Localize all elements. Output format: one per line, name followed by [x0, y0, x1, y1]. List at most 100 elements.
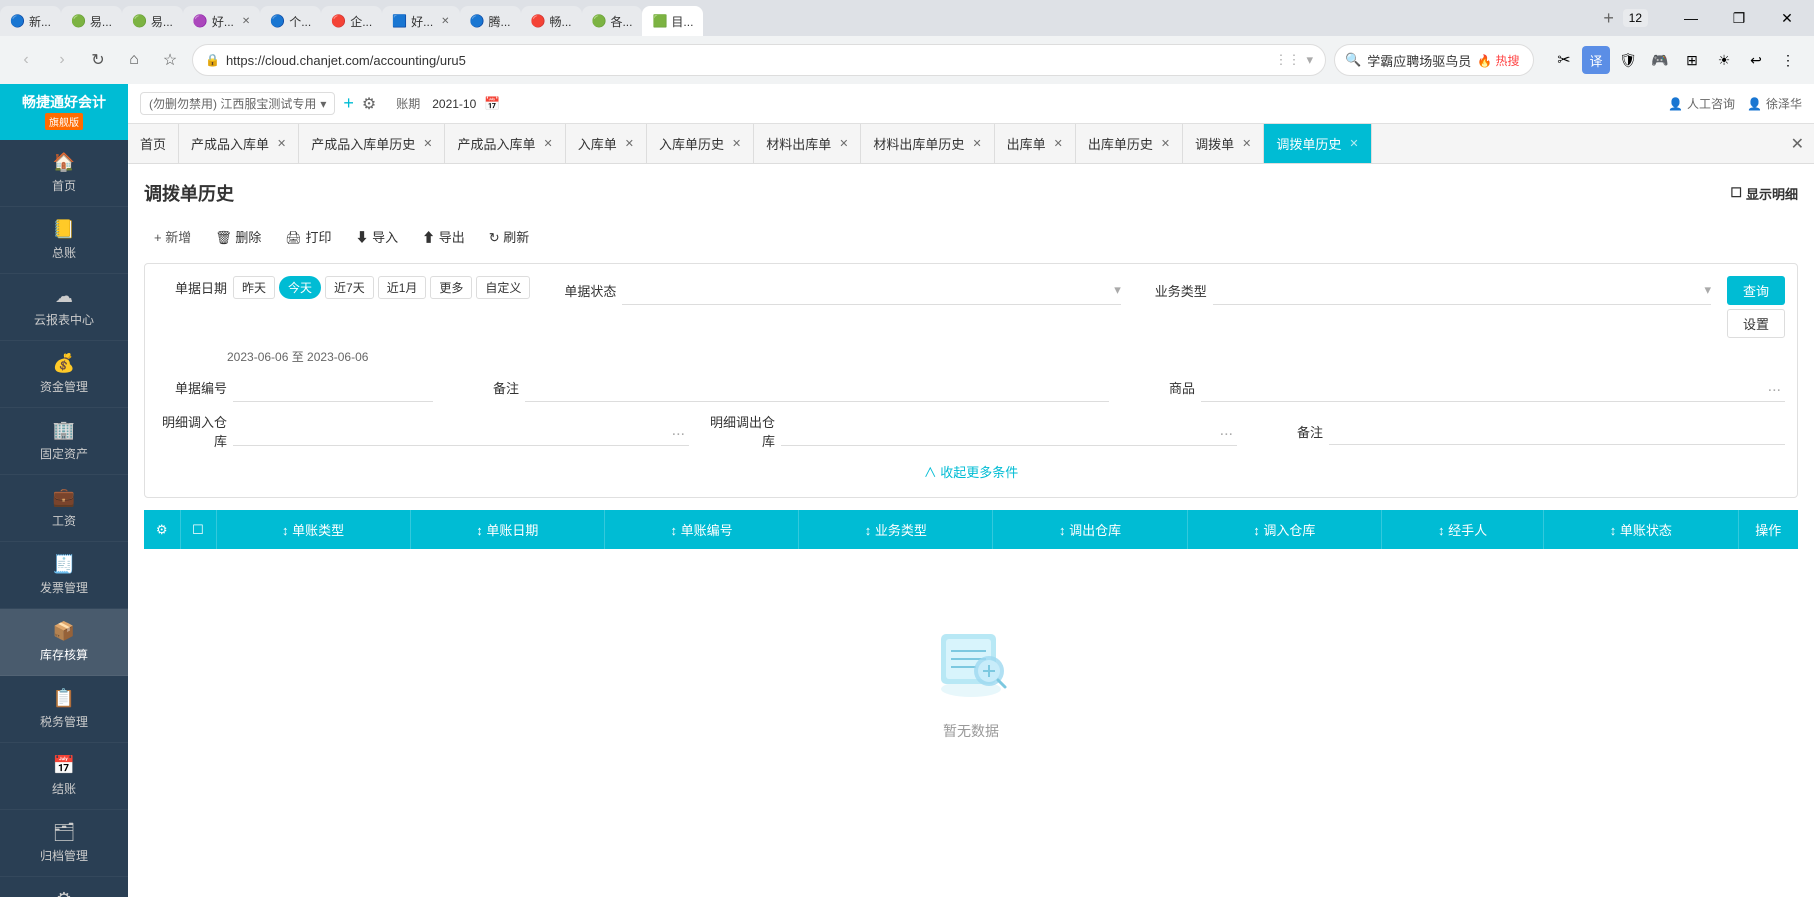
bookmark-button[interactable]: ☆	[156, 46, 184, 74]
browser-tab-10[interactable]: 🟢 各...	[582, 6, 643, 36]
detail-out-input[interactable]	[781, 417, 1216, 445]
url-bar[interactable]: 🔒 https://cloud.chanjet.com/accounting/u…	[192, 44, 1326, 76]
export-button[interactable]: ⬆ 导出	[412, 222, 475, 251]
page-tab-in-order[interactable]: 入库单 ✕	[566, 124, 647, 164]
page-tab-material-out-history-close[interactable]: ✕	[972, 137, 981, 150]
th-settings[interactable]: ⚙	[144, 510, 180, 549]
extension4-button[interactable]: ☀	[1710, 46, 1738, 74]
page-tab-out-order-close[interactable]: ✕	[1054, 137, 1063, 150]
user-button[interactable]: 👤 徐泽华	[1747, 95, 1802, 112]
page-tab-product-in2[interactable]: 产成品入库单 ✕	[445, 124, 565, 164]
extension3-button[interactable]: ⊞	[1678, 46, 1706, 74]
page-tab-product-in2-close[interactable]: ✕	[544, 137, 553, 150]
page-tab-transfer[interactable]: 调拨单 ✕	[1183, 124, 1264, 164]
biz-type-select-wrapper[interactable]: ▾	[1213, 276, 1711, 305]
sidebar-item-home[interactable]: 🏠 首页	[0, 140, 128, 207]
date-more-button[interactable]: 更多	[430, 276, 472, 299]
page-tab-product-in-history[interactable]: 产成品入库单历史 ✕	[299, 124, 445, 164]
sidebar-item-assets[interactable]: 🏢 固定资产	[0, 408, 128, 475]
th-doc-type[interactable]: ↕ 单账类型	[216, 510, 410, 549]
browser-tab-4[interactable]: 🟣 好... ✕	[183, 6, 260, 36]
refresh-button[interactable]: ↻ 刷新	[479, 222, 540, 251]
status-dropdown-icon[interactable]: ▾	[1114, 282, 1121, 298]
sidebar-item-wages[interactable]: 💼 工资	[0, 475, 128, 542]
new-tab-button[interactable]: +	[1595, 4, 1623, 32]
show-all-checkbox[interactable]: ☐	[1730, 185, 1742, 201]
date-yesterday-button[interactable]: 昨天	[233, 276, 275, 299]
page-tab-in-history-close[interactable]: ✕	[732, 137, 741, 150]
page-tab-product-in-close[interactable]: ✕	[277, 137, 286, 150]
page-tab-transfer-history-close[interactable]: ✕	[1349, 137, 1358, 150]
detail-in-select-wrapper[interactable]: ...	[233, 417, 689, 446]
goods-dots-icon[interactable]: ...	[1764, 378, 1785, 396]
doc-no-input[interactable]	[233, 374, 433, 402]
close-button[interactable]: ✕	[1764, 2, 1810, 34]
page-tab-home[interactable]: 首页	[128, 124, 179, 164]
date-7days-button[interactable]: 近7天	[325, 276, 374, 299]
more-button[interactable]: ⋮	[1774, 46, 1802, 74]
status-select-wrapper[interactable]: ▾	[622, 276, 1120, 305]
page-tab-material-out[interactable]: 材料出库单 ✕	[754, 124, 861, 164]
th-transfer-in[interactable]: ↕ 调入仓库	[1187, 510, 1381, 549]
th-doc-no[interactable]: ↕ 单账编号	[604, 510, 798, 549]
sidebar-item-inventory[interactable]: 📦 库存核算	[0, 609, 128, 676]
sidebar-item-ledger[interactable]: 📒 总账	[0, 207, 128, 274]
browser-tab-3[interactable]: 🟢 易...	[122, 6, 183, 36]
show-all-button[interactable]: ☐ 显示明细	[1730, 184, 1798, 203]
detail-out-dots-icon[interactable]: ...	[1216, 422, 1237, 440]
sidebar-item-archive[interactable]: 🗂 归档管理	[0, 810, 128, 877]
back-button[interactable]: ‹	[12, 46, 40, 74]
service-button[interactable]: 👤 人工咨询	[1668, 95, 1735, 112]
sidebar-item-basic[interactable]: ⚙ 基础设置	[0, 877, 128, 897]
dropdown-icon[interactable]: ▾	[1306, 52, 1313, 68]
browser-tab-7[interactable]: 🟦 好... ✕	[382, 6, 459, 36]
th-checkbox[interactable]: ☐	[180, 510, 216, 549]
th-doc-date[interactable]: ↕ 单账日期	[410, 510, 604, 549]
page-tab-product-in[interactable]: 产成品入库单 ✕	[179, 124, 299, 164]
browser-tab-8[interactable]: 🔵 腾...	[460, 6, 521, 36]
forward-button[interactable]: ›	[48, 46, 76, 74]
settings-gear-icon[interactable]: ⚙	[362, 94, 376, 114]
home-button[interactable]: ⌂	[120, 46, 148, 74]
sidebar-item-report[interactable]: ☁ 云报表中心	[0, 274, 128, 341]
search-bar[interactable]: 🔍 学霸应聘场驱鸟员 🔥 热搜	[1334, 44, 1534, 76]
th-doc-status[interactable]: ↕ 单账状态	[1544, 510, 1738, 549]
close-all-tabs-button[interactable]: ✕	[1781, 134, 1814, 154]
page-tab-out-history-close[interactable]: ✕	[1161, 137, 1170, 150]
browser-tab-5[interactable]: 🔵 个...	[260, 6, 321, 36]
date-custom-button[interactable]: 自定义	[476, 276, 530, 299]
page-tab-transfer-close[interactable]: ✕	[1242, 137, 1251, 150]
sidebar-item-funds[interactable]: 💰 资金管理	[0, 341, 128, 408]
page-tab-in-order-close[interactable]: ✕	[625, 137, 634, 150]
company-selector[interactable]: (勿删勿禁用) 江西服宝测试专用 ▾	[140, 92, 335, 115]
add-company-button[interactable]: +	[343, 93, 354, 114]
note-input[interactable]	[525, 374, 1109, 402]
status-select-input[interactable]	[622, 276, 1114, 304]
browser-tab-2[interactable]: 🟢 易...	[61, 6, 122, 36]
delete-button[interactable]: 🗑 删除	[205, 222, 271, 251]
browser-tab-1[interactable]: 🔵 新...	[0, 6, 61, 36]
goods-input[interactable]	[1201, 373, 1764, 401]
browser-tab-6[interactable]: 🔴 企...	[321, 6, 382, 36]
translate-button[interactable]: 译	[1582, 46, 1610, 74]
tab-close-4[interactable]: ✕	[242, 16, 250, 27]
query-button[interactable]: 查询	[1727, 276, 1785, 305]
filter-settings-button[interactable]: 设置	[1727, 309, 1785, 338]
date-today-button[interactable]: 今天	[279, 276, 321, 299]
refresh-button[interactable]: ↻	[84, 46, 112, 74]
page-tab-material-out-close[interactable]: ✕	[839, 137, 848, 150]
page-tab-material-out-history[interactable]: 材料出库单历史 ✕	[861, 124, 994, 164]
detail-in-input[interactable]	[233, 417, 668, 445]
biz-type-dropdown-icon[interactable]: ▾	[1704, 282, 1711, 298]
th-biz-type[interactable]: ↕ 业务类型	[799, 510, 993, 549]
th-transfer-out[interactable]: ↕ 调出仓库	[993, 510, 1187, 549]
extension2-button[interactable]: 🎮	[1646, 46, 1674, 74]
print-button[interactable]: 🖨 打印	[275, 222, 341, 251]
import-button[interactable]: ⬇ 导入	[345, 222, 408, 251]
th-handler[interactable]: ↕ 经手人	[1381, 510, 1543, 549]
undo-button[interactable]: ↩	[1742, 46, 1770, 74]
browser-tab-11[interactable]: 🟩 目...	[642, 6, 703, 36]
new-button[interactable]: + 新增	[144, 222, 201, 251]
browser-tab-9[interactable]: 🔴 畅...	[521, 6, 582, 36]
sidebar-item-closing[interactable]: 📅 结账	[0, 743, 128, 810]
